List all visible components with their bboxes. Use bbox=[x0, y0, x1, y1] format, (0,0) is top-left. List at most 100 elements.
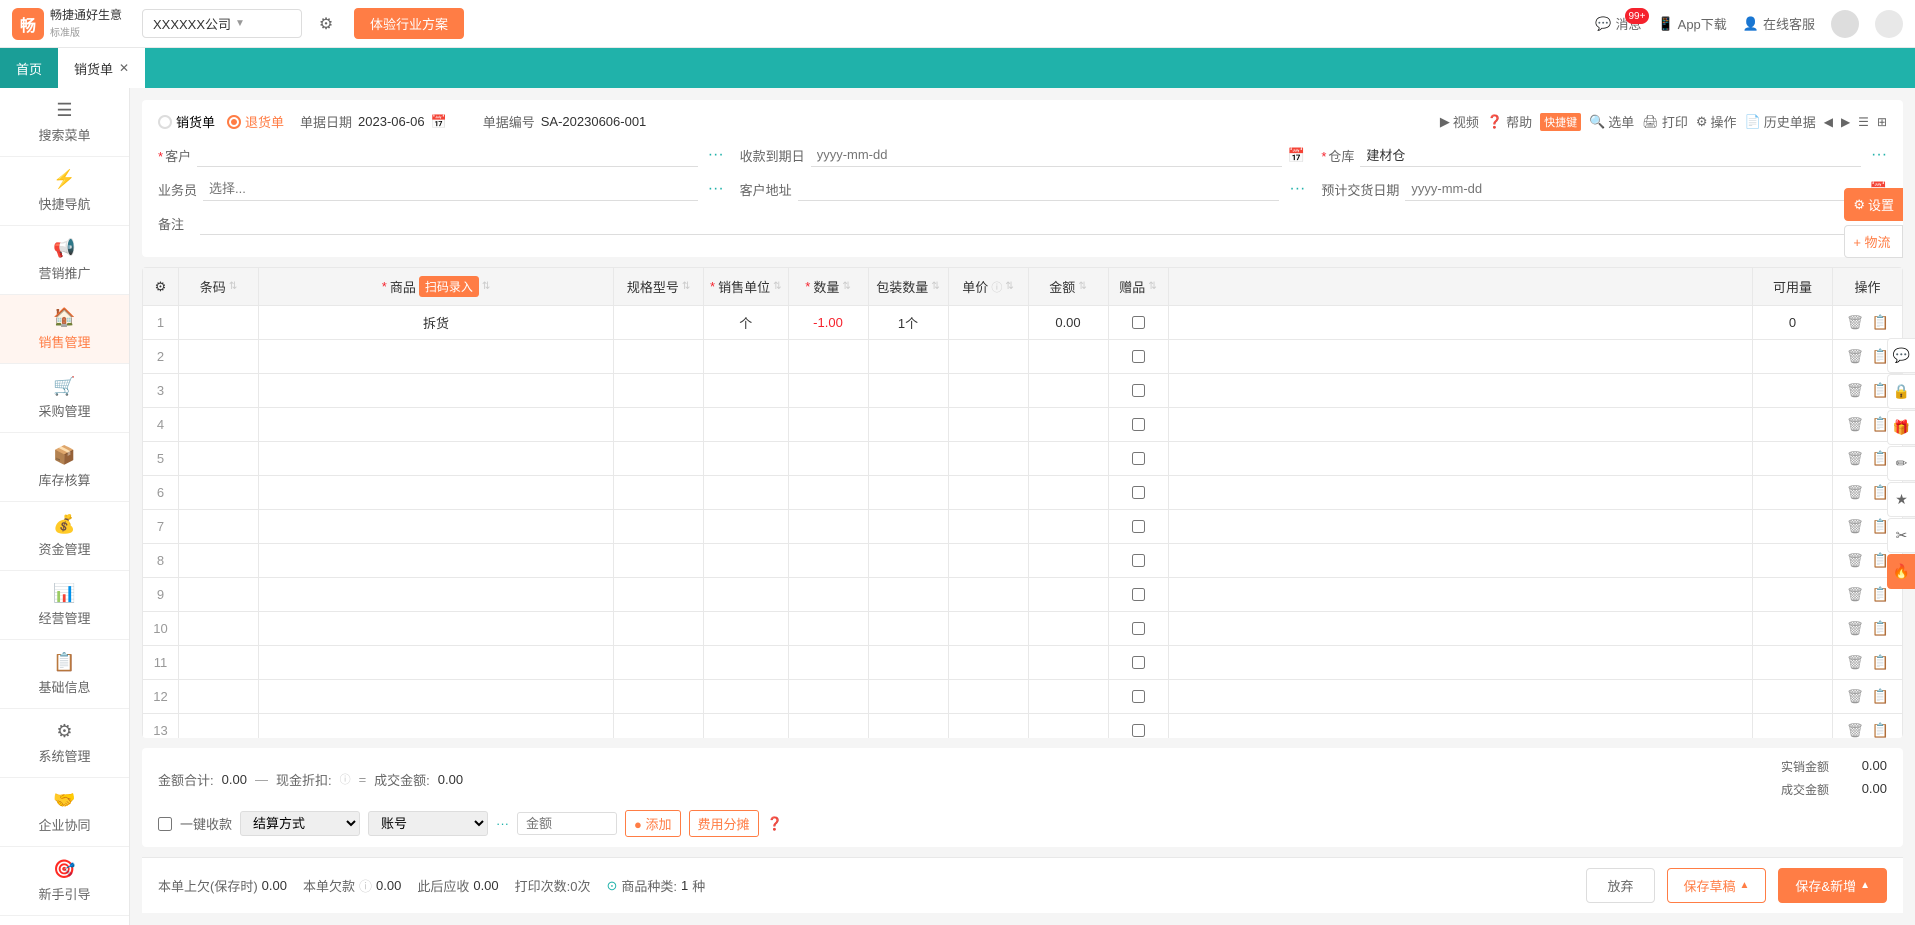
sort-price[interactable]: ⇅ bbox=[1005, 281, 1013, 292]
action-list-view[interactable]: ☰ bbox=[1858, 115, 1869, 129]
td-spec-4[interactable] bbox=[614, 408, 704, 442]
td-qty-6[interactable] bbox=[788, 476, 868, 510]
action-select[interactable]: 🔍 选单 bbox=[1589, 112, 1634, 131]
sidebar-item-quick[interactable]: ⚡ 快捷导航 bbox=[0, 157, 129, 226]
td-amount-8[interactable] bbox=[1028, 544, 1108, 578]
gift-checkbox-7[interactable] bbox=[1132, 520, 1145, 533]
float-btn-fire[interactable]: 🔥 bbox=[1887, 554, 1915, 589]
td-pkg-6[interactable] bbox=[868, 476, 948, 510]
delete-row-icon-1[interactable]: 🗑 bbox=[1846, 314, 1864, 330]
td-pkg-10[interactable] bbox=[868, 612, 948, 646]
addr-more-icon[interactable]: ··· bbox=[1289, 180, 1305, 198]
td-gift-11[interactable] bbox=[1108, 646, 1168, 680]
td-spec-9[interactable] bbox=[614, 578, 704, 612]
float-btn-star[interactable]: ★ bbox=[1887, 482, 1915, 517]
td-price-8[interactable] bbox=[948, 544, 1028, 578]
td-qty-10[interactable] bbox=[788, 612, 868, 646]
float-btn-chat[interactable]: 💬 bbox=[1887, 338, 1915, 373]
copy-row-icon-11[interactable]: 📋 bbox=[1871, 654, 1888, 670]
sidebar-item-finance[interactable]: 💰 资金管理 bbox=[0, 502, 129, 571]
table-settings-icon[interactable]: ⚙ bbox=[155, 279, 167, 294]
td-spec-11[interactable] bbox=[614, 646, 704, 680]
avatar[interactable] bbox=[1831, 10, 1859, 38]
gift-checkbox-10[interactable] bbox=[1132, 622, 1145, 635]
td-gift-13[interactable] bbox=[1108, 714, 1168, 739]
trial-button[interactable]: 体验行业方案 bbox=[354, 8, 464, 39]
td-unit-2[interactable] bbox=[704, 340, 788, 374]
delete-row-icon-8[interactable]: 🗑 bbox=[1846, 552, 1864, 568]
td-barcode-5[interactable] bbox=[179, 442, 259, 476]
due-date-input[interactable] bbox=[811, 143, 1282, 167]
td-pkg-1[interactable]: 1个 bbox=[868, 306, 948, 340]
td-qty-1[interactable]: -1.00 bbox=[788, 306, 868, 340]
sidebar-item-marketing[interactable]: 📢 营销推广 bbox=[0, 226, 129, 295]
settings-right-btn[interactable]: ⚙ 设置 bbox=[1844, 188, 1903, 221]
customer-more-icon[interactable]: ··· bbox=[708, 146, 724, 164]
td-goods-6[interactable] bbox=[259, 476, 614, 510]
delete-row-icon-2[interactable]: 🗑 bbox=[1846, 348, 1864, 364]
td-barcode-3[interactable] bbox=[179, 374, 259, 408]
td-qty-4[interactable] bbox=[788, 408, 868, 442]
gift-checkbox-12[interactable] bbox=[1132, 690, 1145, 703]
delete-row-icon-5[interactable]: 🗑 bbox=[1846, 450, 1864, 466]
td-qty-11[interactable] bbox=[788, 646, 868, 680]
td-gift-5[interactable] bbox=[1108, 442, 1168, 476]
copy-row-icon-12[interactable]: 📋 bbox=[1871, 688, 1888, 704]
td-unit-5[interactable] bbox=[704, 442, 788, 476]
td-unit-6[interactable] bbox=[704, 476, 788, 510]
float-btn-lock[interactable]: 🔒 bbox=[1887, 374, 1915, 409]
td-barcode-9[interactable] bbox=[179, 578, 259, 612]
td-spec-12[interactable] bbox=[614, 680, 704, 714]
td-amount-6[interactable] bbox=[1028, 476, 1108, 510]
tab-close-icon[interactable]: ✕ bbox=[119, 61, 129, 75]
payment-method-select[interactable]: 结算方式 bbox=[240, 811, 360, 836]
sidebar-item-sales[interactable]: 🏠 销售管理 bbox=[0, 295, 129, 364]
sort-amount[interactable]: ⇅ bbox=[1078, 281, 1086, 292]
td-goods-4[interactable] bbox=[259, 408, 614, 442]
discard-btn[interactable]: 放弃 bbox=[1586, 868, 1654, 903]
td-amount-4[interactable] bbox=[1028, 408, 1108, 442]
sidebar-item-basic[interactable]: 📋 基础信息 bbox=[0, 640, 129, 709]
td-goods-7[interactable] bbox=[259, 510, 614, 544]
td-barcode-2[interactable] bbox=[179, 340, 259, 374]
date-calendar-icon[interactable]: 📅 bbox=[431, 114, 447, 130]
sidebar-item-search[interactable]: ☰ 搜索菜单 bbox=[0, 88, 129, 157]
td-qty-8[interactable] bbox=[788, 544, 868, 578]
one-click-payment-checkbox[interactable] bbox=[158, 817, 172, 831]
salesman-more-icon[interactable]: ··· bbox=[708, 180, 724, 198]
td-barcode-7[interactable] bbox=[179, 510, 259, 544]
td-pkg-13[interactable] bbox=[868, 714, 948, 739]
customer-addr-input[interactable] bbox=[798, 177, 1280, 201]
radio-return-order[interactable]: 退货单 bbox=[227, 112, 284, 131]
save-draft-btn[interactable]: 保存草稿 ▲ bbox=[1667, 868, 1767, 903]
td-price-6[interactable] bbox=[948, 476, 1028, 510]
td-spec-8[interactable] bbox=[614, 544, 704, 578]
td-qty-5[interactable] bbox=[788, 442, 868, 476]
td-unit-4[interactable] bbox=[704, 408, 788, 442]
action-shortcut[interactable]: 快捷键 bbox=[1540, 113, 1581, 131]
td-gift-7[interactable] bbox=[1108, 510, 1168, 544]
td-pkg-9[interactable] bbox=[868, 578, 948, 612]
warehouse-input[interactable] bbox=[1360, 143, 1861, 167]
td-spec-13[interactable] bbox=[614, 714, 704, 739]
td-unit-8[interactable] bbox=[704, 544, 788, 578]
td-barcode-13[interactable] bbox=[179, 714, 259, 739]
td-gift-10[interactable] bbox=[1108, 612, 1168, 646]
delivery-date-input[interactable] bbox=[1405, 177, 1863, 201]
delete-row-icon-10[interactable]: 🗑 bbox=[1846, 620, 1864, 636]
td-barcode-11[interactable] bbox=[179, 646, 259, 680]
td-unit-3[interactable] bbox=[704, 374, 788, 408]
td-amount-12[interactable] bbox=[1028, 680, 1108, 714]
gift-checkbox-1[interactable] bbox=[1132, 316, 1145, 329]
online-service-btn[interactable]: 👤 在线客服 bbox=[1743, 14, 1815, 33]
td-gift-3[interactable] bbox=[1108, 374, 1168, 408]
copy-row-icon-1[interactable]: 📋 bbox=[1871, 314, 1888, 330]
delete-row-icon-9[interactable]: 🗑 bbox=[1846, 586, 1864, 602]
delete-row-icon-13[interactable]: 🗑 bbox=[1846, 722, 1864, 738]
sidebar-item-guide[interactable]: 🎯 新手引导 bbox=[0, 847, 129, 916]
copy-row-icon-13[interactable]: 📋 bbox=[1871, 722, 1888, 738]
td-unit-9[interactable] bbox=[704, 578, 788, 612]
message-btn[interactable]: 💬 消息 99+ bbox=[1595, 14, 1641, 33]
sort-gift[interactable]: ⇅ bbox=[1148, 281, 1156, 292]
td-qty-7[interactable] bbox=[788, 510, 868, 544]
